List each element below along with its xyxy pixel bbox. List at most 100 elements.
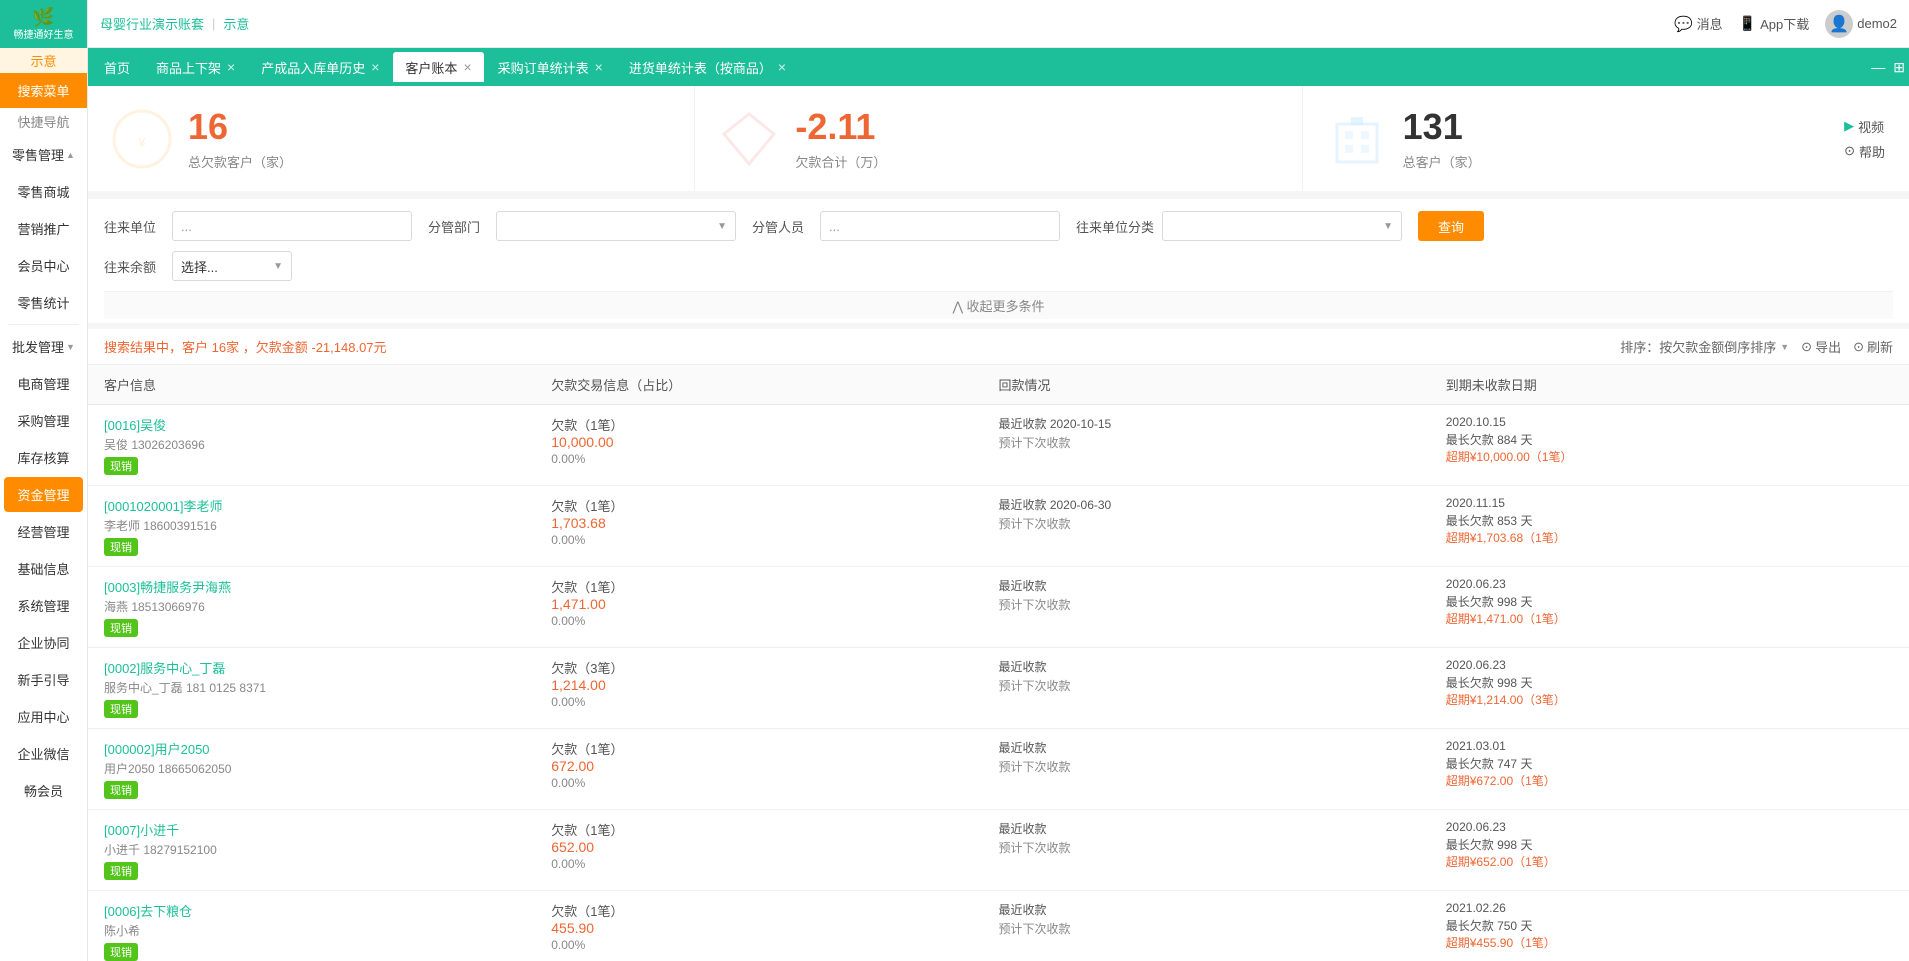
due-date-val-3: 2020.06.23 — [1446, 658, 1893, 672]
collapse-filter-button[interactable]: ⋀ 收起更多条件 — [104, 291, 1893, 319]
overdue-link-3[interactable]: 超期¥1,214.00（3笔） — [1446, 691, 1893, 708]
due-date-val-0: 2020.10.15 — [1446, 415, 1893, 429]
debt-count-0: 欠款（1笔） — [551, 415, 998, 434]
sort-selector[interactable]: 排序：按欠款金额倒序排序 ▼ — [1620, 337, 1789, 356]
balance-select[interactable]: 选择... ▼ — [172, 251, 292, 281]
customer-name-link-0[interactable]: [0016]吴俊 — [104, 415, 551, 434]
overdue-link-4[interactable]: 超期¥672.00（1笔） — [1446, 772, 1893, 789]
overdue-days-4: 最长欠款 747 天 — [1446, 755, 1893, 772]
sidebar-item-members[interactable]: 会员中心 — [4, 248, 83, 283]
help-button[interactable]: ⊙ 帮助 — [1844, 142, 1885, 161]
table-row: [0007]小进千 小进千 18279152100 现销 欠款（1笔） 652.… — [88, 810, 1909, 891]
sidebar-item-basic-info[interactable]: 基础信息 — [4, 551, 83, 586]
sidebar-item-ecommerce[interactable]: 电商管理 — [4, 366, 83, 401]
amount-3[interactable]: 1,214.00 — [551, 677, 998, 693]
customer-name-link-3[interactable]: [0002]服务中心_丁磊 — [104, 658, 551, 677]
customer-info-2: [0003]畅捷服务尹海燕 海燕 18513066976 现销 — [104, 577, 551, 637]
unit-category-input[interactable]: ▼ — [1162, 211, 1402, 241]
stat-label-total-customers: 总客户（家） — [1403, 152, 1481, 171]
due-date-val-2: 2020.06.23 — [1446, 577, 1893, 591]
customer-sub-3: 服务中心_丁磊 181 0125 8371 — [104, 679, 551, 696]
from-unit-input[interactable]: ... — [172, 211, 412, 241]
last-payment-5: 最近收款 — [999, 820, 1446, 837]
amount-0[interactable]: 10,000.00 — [551, 434, 998, 450]
search-menu-button[interactable]: 搜索菜单 — [0, 73, 87, 108]
customer-name-link-4[interactable]: [000002]用户2050 — [104, 739, 551, 758]
sidebar-item-enterprise[interactable]: 企业协同 — [4, 625, 83, 660]
customer-name-link-5[interactable]: [0007]小进千 — [104, 820, 551, 839]
tab-close-purchase[interactable]: × — [595, 59, 603, 75]
refresh-button[interactable]: ⊙ 刷新 — [1853, 337, 1893, 356]
last-payment-3: 最近收款 — [999, 658, 1446, 675]
search-button[interactable]: 查询 — [1418, 211, 1484, 241]
user-menu[interactable]: 👤 demo2 — [1825, 10, 1897, 38]
recovery-1: 最近收款 2020-06-30 预计下次收款 — [999, 496, 1446, 532]
amount-4[interactable]: 672.00 — [551, 758, 998, 774]
due-date-val-6: 2021.02.26 — [1446, 901, 1893, 915]
filter-balance: 往来余额 选择... ▼ — [104, 251, 292, 281]
video-button[interactable]: ▶ 视频 — [1844, 117, 1885, 136]
sidebar-item-marketing[interactable]: 营销推广 — [4, 211, 83, 246]
sidebar-item-purchase[interactable]: 采购管理 — [4, 403, 83, 438]
app-logo: 🌿 畅捷通好生意 — [0, 0, 87, 48]
content-area: ¥ 16 总欠款客户（家） -2.11 欠款合计（万） — [88, 86, 1909, 961]
debt-info-0: 欠款（1笔） 10,000.00 0.00% — [551, 415, 998, 466]
sidebar-item-retail-stats[interactable]: 零售统计 — [4, 285, 83, 320]
percent-1: 0.00% — [551, 533, 998, 547]
sidebar-item-apps[interactable]: 应用中心 — [4, 699, 83, 734]
tab-maximize-icon[interactable]: ⊞ — [1893, 59, 1905, 76]
overdue-link-0[interactable]: 超期¥10,000.00（1笔） — [1446, 448, 1893, 465]
sidebar-item-retail-mall[interactable]: 零售商城 — [4, 174, 83, 209]
overdue-link-1[interactable]: 超期¥1,703.68（1笔） — [1446, 529, 1893, 546]
debt-amount-result: -21,148.07元 — [311, 340, 386, 355]
tab-close-stock[interactable]: × — [778, 59, 786, 75]
app-download-button[interactable]: 📱 App下载 — [1739, 14, 1810, 33]
table-row: [0006]去下粮仓 陈小希 现销 欠款（1笔） 455.90 0.00% 最近… — [88, 891, 1909, 961]
export-button[interactable]: ⊙ 导出 — [1801, 337, 1841, 356]
customer-tag-2: 现销 — [104, 619, 138, 637]
manager-input[interactable]: ... — [820, 211, 1060, 241]
recovery-0: 最近收款 2020-10-15 预计下次收款 — [999, 415, 1446, 451]
mobile-icon: 📱 — [1739, 15, 1756, 32]
sidebar-item-vip[interactable]: 畅会员 — [4, 773, 83, 808]
header-due-date: 到期未收款日期 — [1446, 375, 1893, 394]
overdue-link-5[interactable]: 超期¥652.00（1笔） — [1446, 853, 1893, 870]
tab-products[interactable]: 商品上下架 × — [144, 52, 247, 82]
sidebar-item-system[interactable]: 系统管理 — [4, 588, 83, 623]
tab-close-products[interactable]: × — [227, 59, 235, 75]
sidebar-item-batch-mgmt[interactable]: 批发管理▼ — [4, 329, 83, 364]
tab-customer[interactable]: 客户账本 × — [393, 52, 483, 82]
tab-home[interactable]: 首页 — [92, 52, 142, 82]
tab-minimize-icon[interactable]: — — [1871, 59, 1885, 75]
amount-1[interactable]: 1,703.68 — [551, 515, 998, 531]
tab-stock[interactable]: 进货单统计表（按商品） × — [617, 52, 798, 82]
customer-name-link-2[interactable]: [0003]畅捷服务尹海燕 — [104, 577, 551, 596]
last-payment-0: 最近收款 2020-10-15 — [999, 415, 1446, 432]
balance-chevron-icon: ▼ — [273, 261, 283, 272]
overdue-link-2[interactable]: 超期¥1,471.00（1笔） — [1446, 610, 1893, 627]
tab-purchase[interactable]: 采购订单统计表 × — [486, 52, 615, 82]
message-button[interactable]: 💬 消息 — [1674, 14, 1723, 33]
customer-name-link-6[interactable]: [0006]去下粮仓 — [104, 901, 551, 920]
tab-close-production[interactable]: × — [371, 59, 379, 75]
sidebar-item-retail-mgmt[interactable]: 零售管理▲ — [4, 137, 83, 172]
dept-input[interactable]: ▼ — [496, 211, 736, 241]
sidebar-item-operations[interactable]: 经营管理 — [4, 514, 83, 549]
chevron-down-icon: ▼ — [66, 342, 75, 352]
sidebar-item-guide[interactable]: 新手引导 — [4, 662, 83, 697]
from-unit-label: 往来单位 — [104, 217, 164, 236]
amount-6[interactable]: 455.90 — [551, 920, 998, 936]
sidebar-item-finance[interactable]: 资金管理 — [4, 477, 83, 512]
amount-2[interactable]: 1,471.00 — [551, 596, 998, 612]
tab-close-customer[interactable]: × — [463, 59, 471, 75]
customer-name-link-1[interactable]: [0001020001]李老师 — [104, 496, 551, 515]
tabs-bar-right: — ⊞ — [1871, 59, 1905, 76]
sidebar-item-wechat[interactable]: 企业微信 — [4, 736, 83, 771]
overdue-link-6[interactable]: 超期¥455.90（1笔） — [1446, 934, 1893, 951]
sidebar-item-inventory[interactable]: 库存核算 — [4, 440, 83, 475]
tab-production[interactable]: 产成品入库单历史 × — [249, 52, 391, 82]
stat-info-total-customers: 131 总客户（家） — [1403, 106, 1481, 171]
quick-nav-button[interactable]: 快捷导航 — [0, 108, 87, 135]
amount-5[interactable]: 652.00 — [551, 839, 998, 855]
demo-link[interactable]: 示意 — [223, 14, 249, 33]
